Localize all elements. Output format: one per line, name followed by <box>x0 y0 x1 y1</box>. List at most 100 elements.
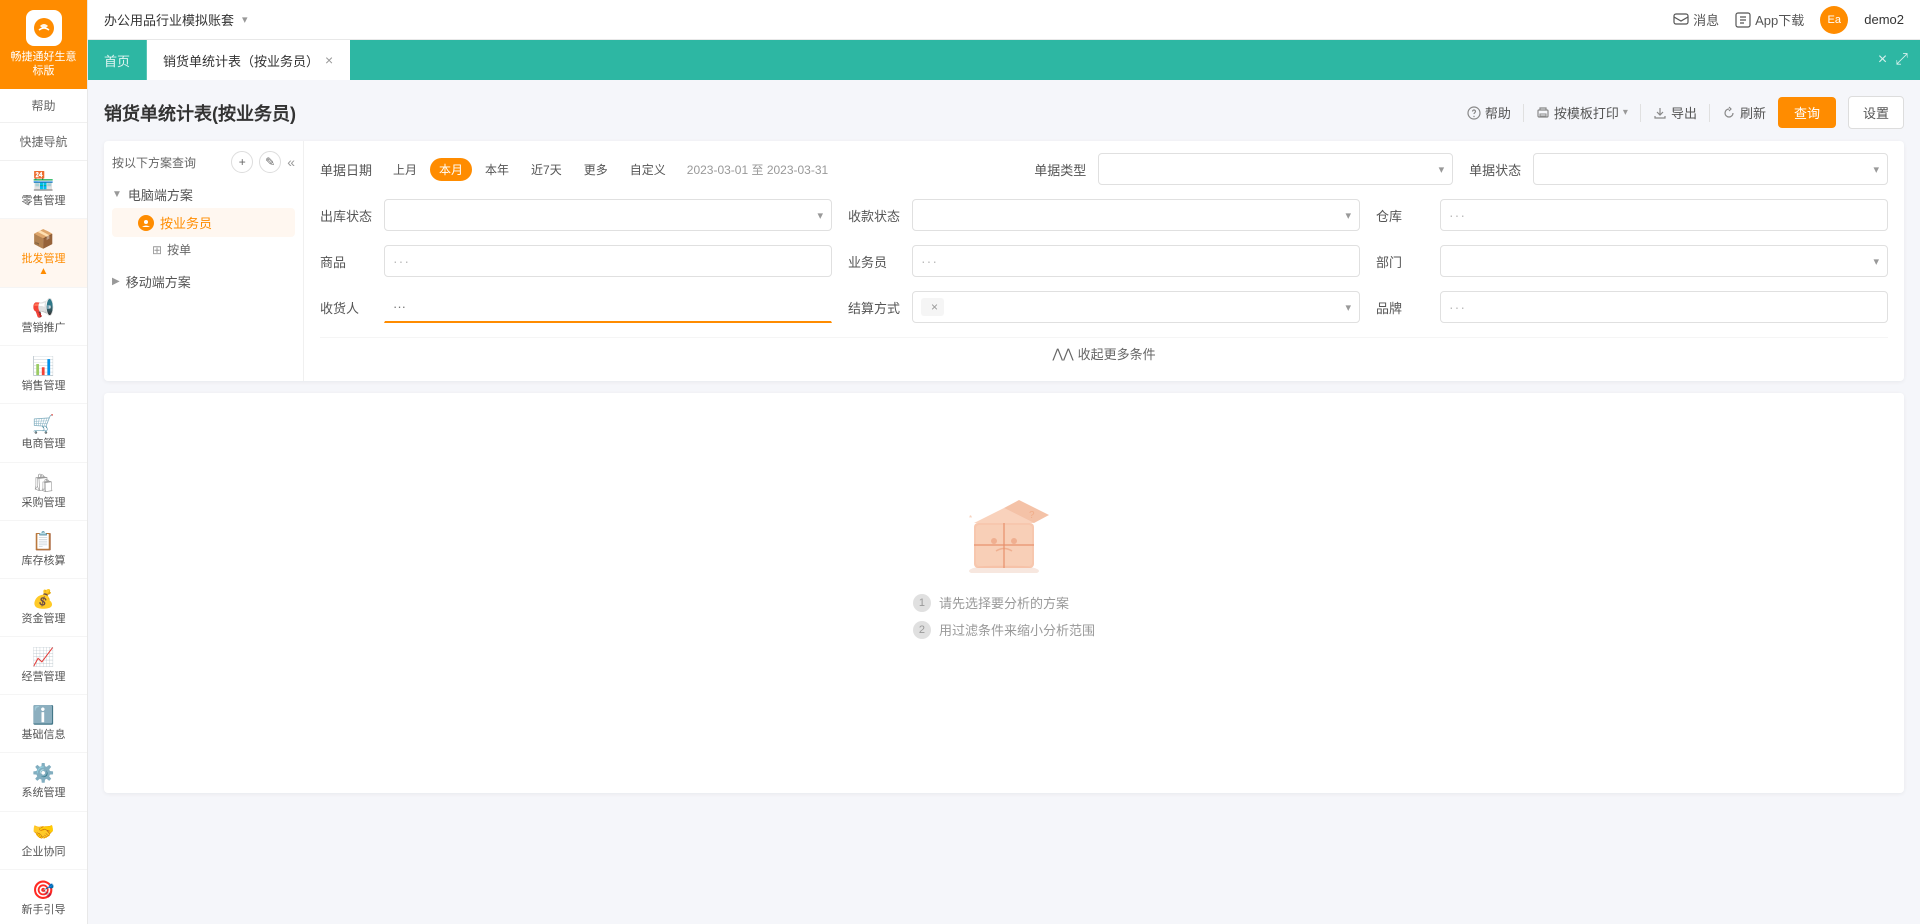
scheme-group-desktop: ▼ 电脑端方案 按业务员 ⊞ 按单 <box>112 181 295 262</box>
sidebar-item-collab[interactable]: 🤝 企业协同 <box>0 812 87 870</box>
page-content: 销货单统计表(按业务员) 帮助 <box>88 80 1920 924</box>
outstatus-select[interactable]: ▾ <box>384 199 832 231</box>
sidebar-item-operations[interactable]: 📈 经营管理 <box>0 637 87 695</box>
sidebar-item-purchase[interactable]: 🛍 采购管理 <box>0 463 87 521</box>
filter-group-receiptstatus: 收款状态 ▾ <box>848 199 1360 231</box>
message-button[interactable]: 消息 <box>1673 10 1719 29</box>
filter-group-goods: 商品 ··· <box>320 245 832 277</box>
sidebar-item-system[interactable]: ⚙️ 系统管理 <box>0 753 87 811</box>
sidebar-search-label[interactable]: 帮助 <box>31 97 55 114</box>
filter-group-date: 单据日期 上月 本月 本年 近7天 更多 自定义 2023-03-01 至 20… <box>320 158 1018 181</box>
docstatus-select[interactable]: ▾ <box>1533 153 1888 185</box>
salesperson-select[interactable]: ··· <box>912 245 1360 277</box>
docstatus-chevron: ▾ <box>1873 163 1879 176</box>
date-btn-thisyear[interactable]: 本年 <box>476 158 518 181</box>
sidebar-item-sales[interactable]: 📊 销售管理 <box>0 346 87 404</box>
help-button[interactable]: 帮助 <box>1467 103 1511 122</box>
doctype-select[interactable]: ▾ <box>1098 153 1453 185</box>
sidebar-item-inventory[interactable]: 📋 库存核算 <box>0 521 87 579</box>
finance-label: 资金管理 <box>22 613 66 626</box>
scheme-group-mobile-header[interactable]: ▶ 移动端方案 <box>112 268 295 295</box>
sidebar: 畅捷通好生意 标版 帮助 快捷导航 🏪 零售管理 📦 批发管理 ▲ 📢 营销推广… <box>0 0 88 924</box>
print-button[interactable]: 按模板打印 ▾ <box>1536 103 1628 122</box>
top-header-right: 消息 App下载 Ea demo2 <box>1673 6 1904 34</box>
print-icon <box>1536 106 1550 120</box>
tab-sales-stat-label: 销货单统计表（按业务员） <box>163 51 319 70</box>
scheme-collapse-btn[interactable]: « <box>287 154 295 170</box>
date-btn-7days[interactable]: 近7天 <box>522 158 571 181</box>
scheme-item-salesperson[interactable]: 按业务员 <box>112 208 295 237</box>
divider2 <box>1640 104 1641 122</box>
salesperson-label: 按业务员 <box>160 213 212 232</box>
filter-group-warehouse: 仓库 ··· <box>1376 199 1888 231</box>
sidebar-nav-section[interactable]: 快捷导航 <box>0 123 87 161</box>
marketing-label: 营销推广 <box>22 322 66 335</box>
tab-close-btn[interactable]: × <box>1878 51 1887 69</box>
inventory-label: 库存核算 <box>22 555 66 568</box>
tab-sales-stat-close[interactable]: × <box>325 53 333 67</box>
goods-select[interactable]: ··· <box>384 245 832 277</box>
date-btn-more[interactable]: 更多 <box>575 158 617 181</box>
date-btn-lastmonth[interactable]: 上月 <box>384 158 426 181</box>
sidebar-item-finance[interactable]: 💰 资金管理 <box>0 579 87 637</box>
hint-num-2: 2 <box>913 621 931 639</box>
tab-maximize-btn[interactable]: ⤢ <box>1895 51 1908 69</box>
ecommerce-icon: 🛒 <box>32 414 54 435</box>
sidebar-item-ecommerce[interactable]: 🛒 电商管理 <box>0 404 87 462</box>
basics-label: 基础信息 <box>22 729 66 742</box>
user-name[interactable]: demo2 <box>1864 12 1904 27</box>
collab-label: 企业协同 <box>22 846 66 859</box>
consignee-input[interactable] <box>384 291 832 323</box>
sidebar-item-tutorial[interactable]: 🎯 新手引导 <box>0 870 87 924</box>
doctype-label: 单据类型 <box>1034 160 1090 179</box>
app-download-button[interactable]: App下载 <box>1735 10 1804 29</box>
scheme-group-desktop-header[interactable]: ▼ 电脑端方案 <box>112 181 295 208</box>
receiptstatus-label: 收款状态 <box>848 206 904 225</box>
empty-state: ? * 1 请先选择要分析的方案 2 用过滤条件来缩小分析范围 <box>104 393 1904 719</box>
settings-button[interactable]: 设置 <box>1848 96 1904 129</box>
tab-sales-stat[interactable]: 销货单统计表（按业务员） × <box>147 40 350 80</box>
brand-select[interactable]: ··· <box>1440 291 1888 323</box>
payment-tag-close[interactable]: × <box>931 300 938 314</box>
sidebar-item-retail[interactable]: 🏪 零售管理 <box>0 161 87 219</box>
print-dropdown-icon[interactable]: ▾ <box>1623 107 1628 118</box>
divider1 <box>1523 104 1524 122</box>
scheme-add-icon[interactable]: + <box>231 151 253 173</box>
basics-icon: ℹ️ <box>32 705 54 726</box>
export-button[interactable]: 导出 <box>1653 103 1697 122</box>
receiptstatus-chevron: ▾ <box>1345 209 1351 222</box>
sidebar-logo[interactable]: 畅捷通好生意 标版 <box>0 0 87 89</box>
sidebar-nav-label[interactable]: 快捷导航 <box>19 129 67 154</box>
sidebar-search-section[interactable]: 帮助 <box>0 89 87 123</box>
payment-select[interactable]: × ▾ <box>912 291 1360 323</box>
outstatus-label: 出库状态 <box>320 206 376 225</box>
collapse-filter-btn[interactable]: ⋀⋀ 收起更多条件 <box>320 337 1888 369</box>
tab-win-controls: × ⤢ <box>1866 51 1920 69</box>
goods-label: 商品 <box>320 252 376 271</box>
sidebar-item-marketing[interactable]: 📢 营销推广 <box>0 288 87 346</box>
system-icon: ⚙️ <box>32 763 54 784</box>
sidebar-item-wholesale[interactable]: 📦 批发管理 ▲ <box>0 219 87 288</box>
date-btn-thismonth[interactable]: 本月 <box>430 158 472 181</box>
desktop-group-arrow: ▼ <box>112 189 122 200</box>
filter-group-doctype: 单据类型 ▾ <box>1034 153 1453 185</box>
receiptstatus-select[interactable]: ▾ <box>912 199 1360 231</box>
tab-home[interactable]: 首页 <box>88 40 147 80</box>
scheme-sub-item-order[interactable]: ⊞ 按单 <box>112 237 295 262</box>
finance-icon: 💰 <box>32 589 54 610</box>
department-select[interactable]: ▾ <box>1440 245 1888 277</box>
warehouse-select[interactable]: ··· <box>1440 199 1888 231</box>
collapse-up-icon: ⋀⋀ <box>1052 346 1073 362</box>
user-avatar[interactable]: Ea <box>1820 6 1848 34</box>
date-btn-custom[interactable]: 自定义 <box>621 158 675 181</box>
scheme-panel-header: 按以下方案查询 + ✎ « <box>112 151 295 173</box>
scheme-edit-icon[interactable]: ✎ <box>259 151 281 173</box>
refresh-button[interactable]: 刷新 <box>1722 103 1766 122</box>
title-dropdown-icon[interactable]: ▾ <box>242 13 248 26</box>
sidebar-item-basics[interactable]: ℹ️ 基础信息 <box>0 695 87 753</box>
hint-num-1: 1 <box>913 594 931 612</box>
query-button[interactable]: 查询 <box>1778 97 1836 128</box>
goods-more: ··· <box>393 253 410 269</box>
retail-icon: 🏪 <box>32 171 54 192</box>
empty-hints: 1 请先选择要分析的方案 2 用过滤条件来缩小分析范围 <box>913 593 1095 639</box>
